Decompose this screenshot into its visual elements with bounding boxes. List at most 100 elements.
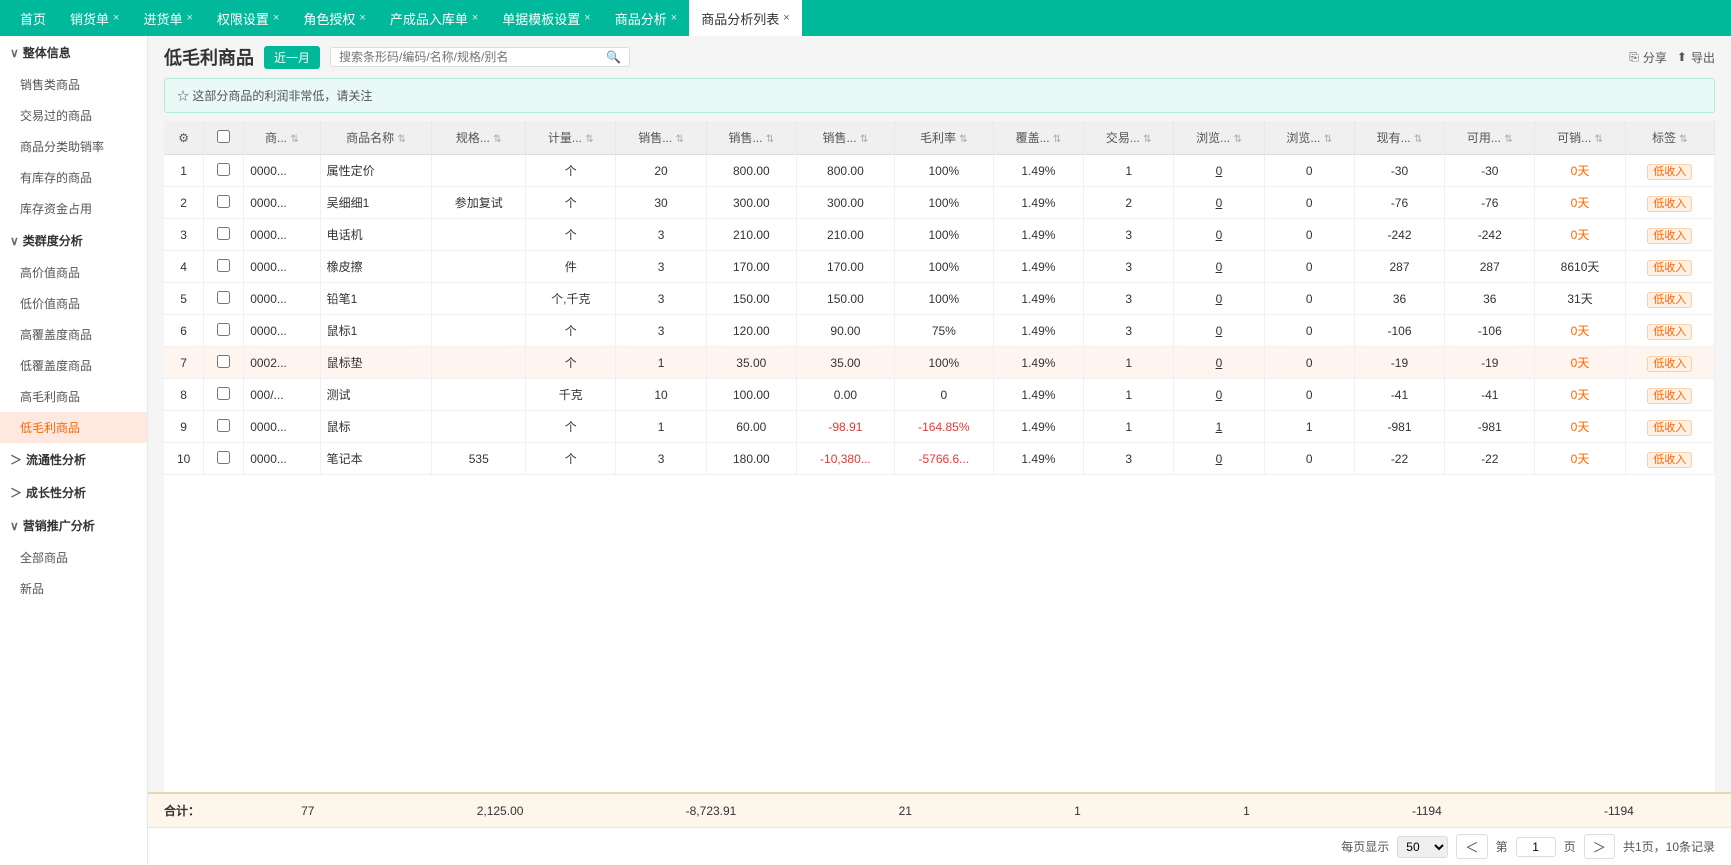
close-permission[interactable]: × bbox=[273, 12, 279, 24]
sidebar-item-stock-capital[interactable]: 库存资金占用 bbox=[0, 193, 147, 224]
nav-role-auth[interactable]: 角色授权 × bbox=[291, 0, 377, 36]
cell-sales-amount: 300.00 bbox=[796, 187, 894, 219]
page-number-input[interactable] bbox=[1516, 837, 1556, 857]
cell-browse1[interactable]: 1 bbox=[1174, 411, 1264, 443]
row-checkbox-10[interactable] bbox=[217, 451, 230, 464]
row-checkbox-2[interactable] bbox=[217, 195, 230, 208]
cell-checkbox[interactable] bbox=[204, 251, 244, 283]
th-name[interactable]: 商品名称 ⇅ bbox=[320, 121, 432, 155]
row-checkbox-7[interactable] bbox=[217, 355, 230, 368]
sidebar-item-sales-goods[interactable]: 销售类商品 bbox=[0, 69, 147, 100]
close-product-analysis[interactable]: × bbox=[671, 12, 677, 24]
th-current-stock[interactable]: 现有... ⇅ bbox=[1354, 121, 1444, 155]
cell-browse1[interactable]: 0 bbox=[1174, 283, 1264, 315]
cell-browse1[interactable]: 0 bbox=[1174, 379, 1264, 411]
prev-page-button[interactable]: ＜ bbox=[1456, 834, 1487, 859]
table-row: 4 0000... 橡皮擦 件 3 170.00 170.00 100% 1.4… bbox=[164, 251, 1715, 283]
sidebar-group-marketing[interactable]: ∨ 营销推广分析 bbox=[0, 509, 147, 542]
th-saleable[interactable]: 可销... ⇅ bbox=[1535, 121, 1625, 155]
row-checkbox-8[interactable] bbox=[217, 387, 230, 400]
nav-template-settings[interactable]: 单据模板设置 × bbox=[490, 0, 602, 36]
sidebar-item-all-goods[interactable]: 全部商品 bbox=[0, 542, 147, 573]
sidebar-item-high-coverage[interactable]: 高覆盖度商品 bbox=[0, 319, 147, 350]
sidebar-item-new-goods[interactable]: 新品 bbox=[0, 573, 147, 604]
cell-checkbox[interactable] bbox=[204, 155, 244, 187]
cell-checkbox[interactable] bbox=[204, 347, 244, 379]
th-transaction[interactable]: 交易... ⇅ bbox=[1084, 121, 1174, 155]
cell-browse1[interactable]: 0 bbox=[1174, 315, 1264, 347]
nav-finished-goods[interactable]: 产成品入库单 × bbox=[378, 0, 490, 36]
th-checkbox[interactable] bbox=[204, 121, 244, 155]
cell-checkbox[interactable] bbox=[204, 411, 244, 443]
sidebar-group-growth[interactable]: ＞ 成长性分析 bbox=[0, 476, 147, 509]
next-page-button[interactable]: ＞ bbox=[1584, 834, 1615, 859]
th-unit[interactable]: 计量... ⇅ bbox=[526, 121, 616, 155]
close-role-auth[interactable]: × bbox=[359, 12, 365, 24]
export-button[interactable]: ⬆ 导出 bbox=[1677, 49, 1715, 66]
close-template-settings[interactable]: × bbox=[584, 12, 590, 24]
sort-available-icon: ⇅ bbox=[1504, 134, 1512, 145]
sidebar-group-cluster[interactable]: ∨ 类群度分析 bbox=[0, 224, 147, 257]
nav-purchase-order[interactable]: 进货单 × bbox=[131, 0, 204, 36]
cell-checkbox[interactable] bbox=[204, 443, 244, 475]
cell-tag: 低收入 bbox=[1625, 443, 1714, 475]
th-sales-amount[interactable]: 销售... ⇅ bbox=[796, 121, 894, 155]
sidebar-item-high-margin[interactable]: 高毛利商品 bbox=[0, 381, 147, 412]
row-checkbox-1[interactable] bbox=[217, 163, 230, 176]
th-browse2[interactable]: 浏览... ⇅ bbox=[1264, 121, 1354, 155]
page-size-select[interactable]: 50 10 20 100 bbox=[1397, 836, 1448, 858]
sidebar-item-low-coverage[interactable]: 低覆盖度商品 bbox=[0, 350, 147, 381]
th-code[interactable]: 商... ⇅ bbox=[244, 121, 320, 155]
th-sales-qty[interactable]: 销售... ⇅ bbox=[616, 121, 706, 155]
row-checkbox-4[interactable] bbox=[217, 259, 230, 272]
cell-sales-price: 100.00 bbox=[706, 379, 796, 411]
th-available[interactable]: 可用... ⇅ bbox=[1445, 121, 1535, 155]
th-sales-price[interactable]: 销售... ⇅ bbox=[706, 121, 796, 155]
cell-checkbox[interactable] bbox=[204, 379, 244, 411]
sidebar-item-in-stock-goods[interactable]: 有库存的商品 bbox=[0, 162, 147, 193]
cell-browse1[interactable]: 0 bbox=[1174, 155, 1264, 187]
sidebar-item-category-sales-rate[interactable]: 商品分类助销率 bbox=[0, 131, 147, 162]
cell-browse1[interactable]: 0 bbox=[1174, 219, 1264, 251]
cell-checkbox[interactable] bbox=[204, 219, 244, 251]
th-coverage[interactable]: 覆盖... ⇅ bbox=[993, 121, 1083, 155]
cell-checkbox[interactable] bbox=[204, 283, 244, 315]
nav-product-analysis[interactable]: 商品分析 × bbox=[603, 0, 689, 36]
nav-sales-order[interactable]: 销货单 × bbox=[58, 0, 131, 36]
row-checkbox-3[interactable] bbox=[217, 227, 230, 240]
share-button[interactable]: ⎘ 分享 bbox=[1629, 49, 1667, 66]
th-gross-margin[interactable]: 毛利率 ⇅ bbox=[894, 121, 993, 155]
th-tag[interactable]: 标签 ⇅ bbox=[1625, 121, 1714, 155]
sidebar-item-high-value[interactable]: 高价值商品 bbox=[0, 257, 147, 288]
sidebar-group-overall[interactable]: ∨ 整体信息 bbox=[0, 36, 147, 69]
th-settings[interactable]: ⚙ bbox=[164, 121, 204, 155]
select-all-checkbox[interactable] bbox=[217, 130, 230, 143]
sidebar-item-traded-goods[interactable]: 交易过的商品 bbox=[0, 100, 147, 131]
row-checkbox-5[interactable] bbox=[217, 291, 230, 304]
nav-home[interactable]: 首页 bbox=[8, 0, 58, 36]
cell-browse1[interactable]: 0 bbox=[1174, 443, 1264, 475]
row-checkbox-6[interactable] bbox=[217, 323, 230, 336]
filter-period-button[interactable]: 近一月 bbox=[264, 46, 320, 69]
cell-browse1[interactable]: 0 bbox=[1174, 347, 1264, 379]
close-purchase-order[interactable]: × bbox=[186, 12, 192, 24]
sidebar-item-low-value[interactable]: 低价值商品 bbox=[0, 288, 147, 319]
sidebar-group-circulation[interactable]: ＞ 流通性分析 bbox=[0, 443, 147, 476]
close-finished-goods[interactable]: × bbox=[472, 12, 478, 24]
th-spec[interactable]: 规格... ⇅ bbox=[432, 121, 526, 155]
close-product-analysis-list[interactable]: × bbox=[783, 12, 789, 24]
search-input[interactable] bbox=[339, 50, 606, 64]
sidebar-item-low-margin[interactable]: 低毛利商品 bbox=[0, 412, 147, 443]
cell-browse1[interactable]: 0 bbox=[1174, 187, 1264, 219]
close-sales-order[interactable]: × bbox=[113, 12, 119, 24]
cell-checkbox[interactable] bbox=[204, 187, 244, 219]
th-browse1[interactable]: 浏览... ⇅ bbox=[1174, 121, 1264, 155]
cell-checkbox[interactable] bbox=[204, 315, 244, 347]
cell-available: -30 bbox=[1445, 155, 1535, 187]
cell-browse1[interactable]: 0 bbox=[1174, 251, 1264, 283]
nav-product-analysis-list[interactable]: 商品分析列表 × bbox=[689, 0, 801, 36]
nav-permission[interactable]: 权限设置 × bbox=[205, 0, 291, 36]
row-checkbox-9[interactable] bbox=[217, 419, 230, 432]
search-icon[interactable]: 🔍 bbox=[606, 50, 621, 64]
footer-transaction: 21 bbox=[899, 804, 912, 818]
